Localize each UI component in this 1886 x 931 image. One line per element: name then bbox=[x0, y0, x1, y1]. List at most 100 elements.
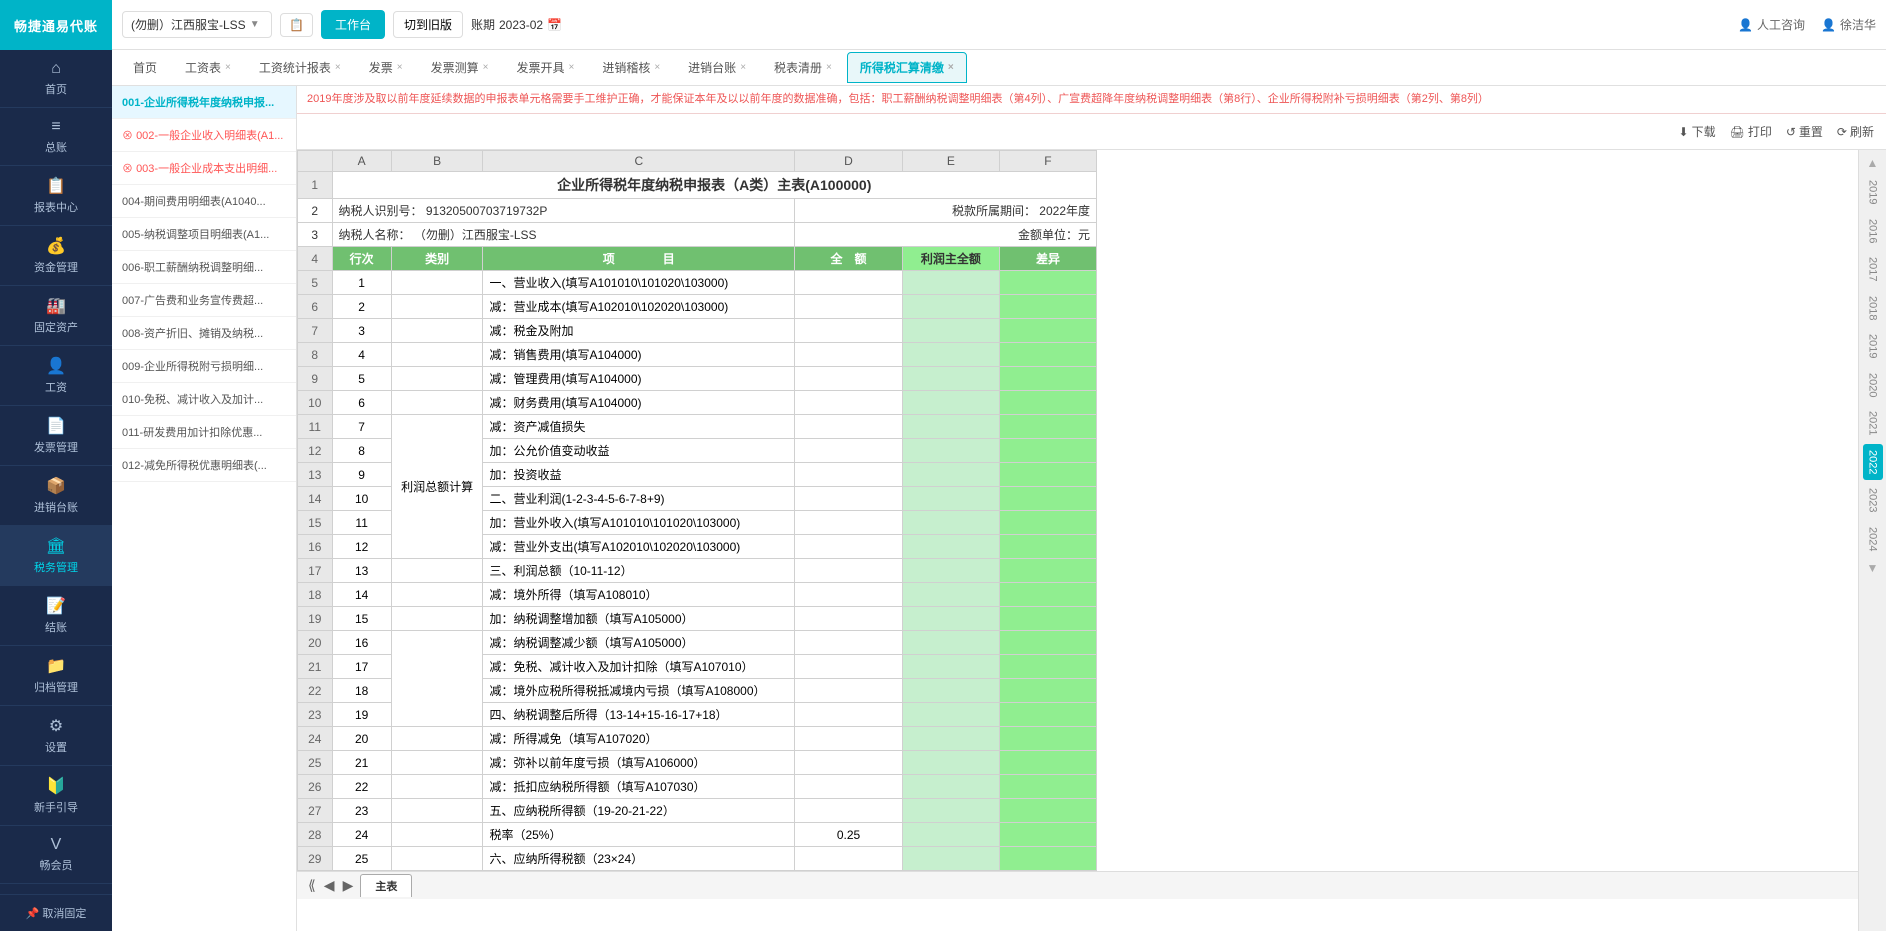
print-btn[interactable]: 🖨 打印 bbox=[1730, 123, 1772, 140]
tab-salary-stats[interactable]: 工资统计报表 × bbox=[246, 52, 354, 83]
year-nav-up[interactable]: ▲ bbox=[1865, 154, 1881, 172]
tab-invoice-calc-close[interactable]: × bbox=[483, 62, 489, 73]
assets-icon: 🏭 bbox=[46, 296, 66, 316]
table-row: 20 16 减：纳税调整减少额（填写A105000） bbox=[298, 631, 1097, 655]
print-icon: 🖨 bbox=[1730, 125, 1745, 139]
sheet-tab-main[interactable]: 主表 bbox=[360, 874, 412, 897]
company-selector[interactable]: (勿删）江西服宝-LSS ▼ bbox=[122, 11, 272, 38]
sheet-nav-first[interactable]: ⟪ bbox=[305, 875, 319, 896]
workbench-btn[interactable]: 工作台 bbox=[321, 10, 385, 39]
sidebar-item-assets-label: 固定资产 bbox=[34, 319, 78, 335]
year-2017[interactable]: 2017 bbox=[1863, 251, 1883, 287]
tax-icon: 🏛 bbox=[46, 536, 66, 556]
sidebar-item-assets[interactable]: 🏭 固定资产 bbox=[0, 286, 112, 346]
tab-invoice-close[interactable]: × bbox=[397, 62, 403, 73]
tab-invoice-issue-close[interactable]: × bbox=[568, 62, 574, 73]
sidebar-item-tax[interactable]: 🏛 税务管理 bbox=[0, 526, 112, 586]
tab-invoice-calc[interactable]: 发票测算 × bbox=[418, 52, 502, 83]
ai-consult[interactable]: 👤 人工咨询 bbox=[1738, 16, 1805, 33]
report-item-001[interactable]: 001-企业所得税年度纳税申报... bbox=[112, 86, 296, 119]
sidebar-item-member[interactable]: V 畅会员 bbox=[0, 826, 112, 884]
report-item-002[interactable]: ⊗ 002-一般企业收入明细表(A1... bbox=[112, 119, 296, 152]
report-item-011[interactable]: 011-研发费用加计扣除优惠... bbox=[112, 416, 296, 449]
year-2024[interactable]: 2024 bbox=[1863, 521, 1883, 557]
sidebar-item-archive[interactable]: 📁 归档管理 bbox=[0, 646, 112, 706]
year-2016[interactable]: 2016 bbox=[1863, 213, 1883, 249]
sidebar-item-ledger[interactable]: ≡ 总账 bbox=[0, 108, 112, 166]
refresh-btn[interactable]: ⟳ 刷新 bbox=[1837, 123, 1874, 140]
report-item-012[interactable]: 012-减免所得税优惠明细表(... bbox=[112, 449, 296, 482]
tab-tax-calc[interactable]: 所得税汇算清缴 × bbox=[847, 52, 967, 83]
tab-salary[interactable]: 工资表 × bbox=[172, 52, 244, 83]
year-2019-1[interactable]: 2019 bbox=[1863, 174, 1883, 210]
col-header-C: C bbox=[483, 151, 795, 172]
tab-purchase-ledger-label: 进销台账 bbox=[688, 59, 736, 76]
sidebar-item-settle[interactable]: 📝 结账 bbox=[0, 586, 112, 646]
taxpayer-id-cell: 纳税人识别号： 91320500703719732P bbox=[332, 199, 795, 223]
finance-icon: 💰 bbox=[46, 236, 66, 256]
sidebar-item-salary[interactable]: 👤 工资 bbox=[0, 346, 112, 406]
report-item-008[interactable]: 008-资产折旧、摊销及纳税... bbox=[112, 317, 296, 350]
sidebar-item-purchase[interactable]: 📦 进销台账 bbox=[0, 466, 112, 526]
sidebar-item-settings[interactable]: ⚙ 设置 bbox=[0, 706, 112, 766]
report-item-006[interactable]: 006-职工薪酬纳税调整明细... bbox=[112, 251, 296, 284]
tab-purchase-check-close[interactable]: × bbox=[654, 62, 660, 73]
table-row: 10 6 减：财务费用(填写A104000) bbox=[298, 391, 1097, 415]
sidebar-item-guide[interactable]: 🔰 新手引导 bbox=[0, 766, 112, 826]
year-2019[interactable]: 2019 bbox=[1863, 328, 1883, 364]
report-item-006-label: 006-职工薪酬纳税调整明细... bbox=[122, 262, 263, 274]
report-item-005[interactable]: 005-纳税调整项目明细表(A1... bbox=[112, 218, 296, 251]
document-btn[interactable]: 📋 bbox=[280, 13, 313, 37]
tab-invoice[interactable]: 发票 × bbox=[356, 52, 416, 83]
download-btn[interactable]: ⬇ 下载 bbox=[1679, 123, 1716, 140]
year-2020[interactable]: 2020 bbox=[1863, 367, 1883, 403]
refresh-icon: ⟳ bbox=[1837, 125, 1847, 139]
year-2021[interactable]: 2021 bbox=[1863, 405, 1883, 441]
ledger-icon: ≡ bbox=[51, 118, 60, 136]
sidebar-item-home[interactable]: ⌂ 首页 bbox=[0, 50, 112, 108]
year-nav-down[interactable]: ▼ bbox=[1865, 559, 1881, 577]
tab-salary-stats-close[interactable]: × bbox=[335, 62, 341, 73]
sidebar-item-reports[interactable]: 📋 报表中心 bbox=[0, 166, 112, 226]
sheet-nav-next[interactable]: ▶ bbox=[340, 875, 357, 896]
tab-purchase-check[interactable]: 进销稽核 × bbox=[589, 52, 673, 83]
spreadsheet-table: A B C D E F 1 企业所 bbox=[297, 150, 1097, 871]
year-2022[interactable]: 2022 bbox=[1863, 444, 1883, 480]
switch-btn[interactable]: 切到旧版 bbox=[393, 11, 463, 38]
sheet-nav-prev[interactable]: ◀ bbox=[321, 875, 338, 896]
content-area: 001-企业所得税年度纳税申报... ⊗ 002-一般企业收入明细表(A1...… bbox=[112, 86, 1886, 931]
sheet-tabs-bar: ⟪ ◀ ▶ 主表 bbox=[297, 871, 1858, 899]
tab-tax-calc-close[interactable]: × bbox=[948, 62, 954, 73]
tab-purchase-ledger-close[interactable]: × bbox=[740, 62, 746, 73]
unpin-icon: 📌 bbox=[26, 907, 40, 920]
tab-invoice-issue[interactable]: 发票开具 × bbox=[503, 52, 587, 83]
year-2023[interactable]: 2023 bbox=[1863, 482, 1883, 518]
year-2018[interactable]: 2018 bbox=[1863, 290, 1883, 326]
company-name: (勿删）江西服宝-LSS bbox=[131, 16, 246, 33]
tab-salary-close[interactable]: × bbox=[225, 62, 231, 73]
sidebar-item-finance[interactable]: 💰 资金管理 bbox=[0, 226, 112, 286]
calendar-icon[interactable]: 📅 bbox=[547, 18, 562, 32]
unpin-btn[interactable]: 📌 取消固定 bbox=[0, 894, 112, 931]
report-item-007[interactable]: 007-广告费和业务宣传费超... bbox=[112, 284, 296, 317]
tab-purchase-ledger[interactable]: 进销台账 × bbox=[675, 52, 759, 83]
user-info[interactable]: 👤 徐洁华 bbox=[1821, 16, 1876, 33]
title-row: 1 企业所得税年度纳税申报表（A类）主表(A100000) bbox=[298, 172, 1097, 199]
table-row: 26 22 减：抵扣应纳税所得额（填写A107030） bbox=[298, 775, 1097, 799]
col-label-chayi: 差异 bbox=[999, 247, 1096, 271]
tab-home[interactable]: 首页 bbox=[120, 52, 170, 83]
reset-btn[interactable]: ↺ 重置 bbox=[1786, 123, 1823, 140]
company-name-value: （勿删）江西服宝-LSS bbox=[414, 228, 537, 242]
tab-tax-table-close[interactable]: × bbox=[826, 62, 832, 73]
sidebar-item-member-label: 畅会员 bbox=[40, 857, 73, 873]
sidebar-item-invoice[interactable]: 📄 发票管理 bbox=[0, 406, 112, 466]
report-item-004[interactable]: 004-期间费用明细表(A1040... bbox=[112, 185, 296, 218]
report-item-009[interactable]: 009-企业所得税附亏损明细... bbox=[112, 350, 296, 383]
report-item-003[interactable]: ⊗ 003-一般企业成本支出明细... bbox=[112, 152, 296, 185]
sheet-nav: ⟪ ◀ ▶ bbox=[305, 875, 356, 896]
table-row: 7 3 减：税金及附加 bbox=[298, 319, 1097, 343]
sidebar-item-settle-label: 结账 bbox=[45, 619, 67, 635]
report-item-010[interactable]: 010-免税、减计收入及加计... bbox=[112, 383, 296, 416]
report-item-010-label: 010-免税、减计收入及加计... bbox=[122, 394, 263, 406]
tab-tax-table[interactable]: 税表清册 × bbox=[761, 52, 845, 83]
